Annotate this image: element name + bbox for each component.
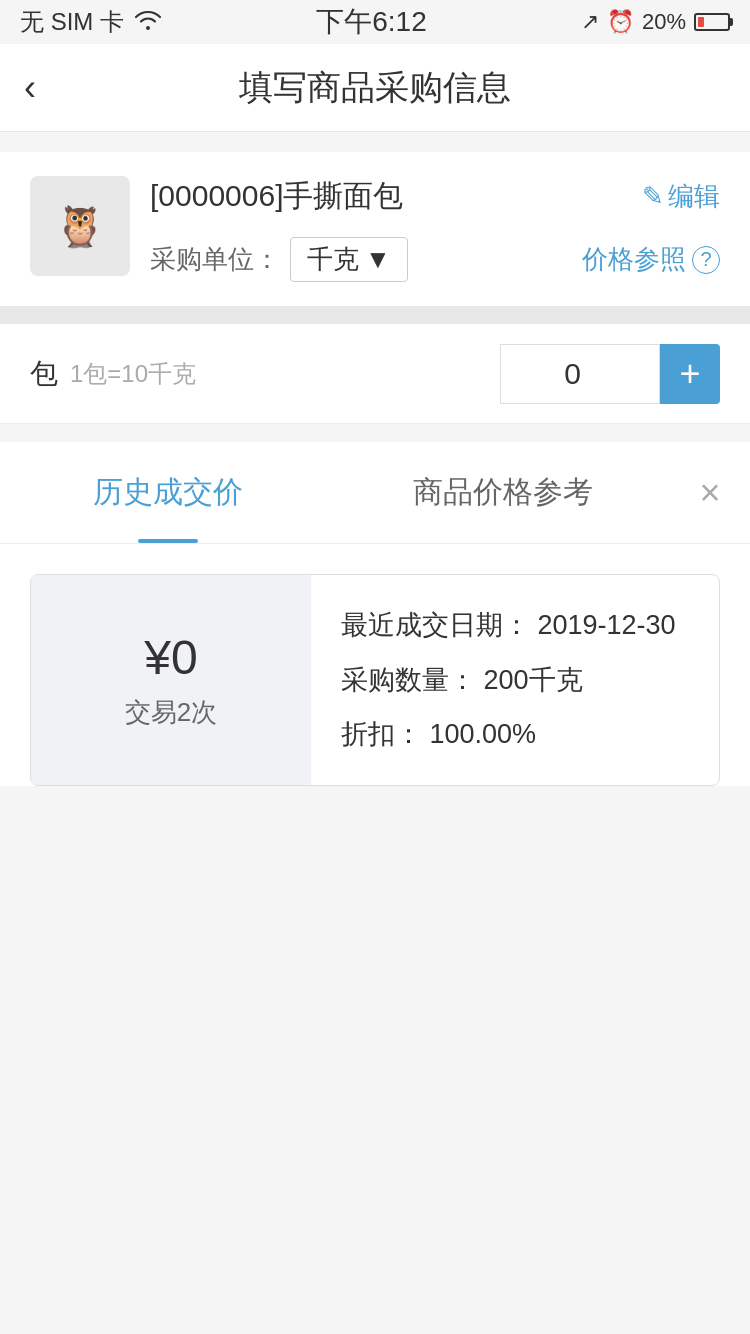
edit-button[interactable]: ✎ 编辑	[642, 179, 720, 214]
price-ref-button[interactable]: 价格参照 ?	[582, 242, 720, 277]
product-row: 🦉 [0000006]手撕面包 ✎ 编辑 采购单位： 千克 ▼	[30, 176, 720, 282]
unit-select[interactable]: 千克 ▼	[290, 237, 408, 282]
product-unit-row: 采购单位： 千克 ▼ 价格参照 ?	[150, 237, 720, 282]
discount-row: 折扣： 100.00%	[341, 714, 689, 755]
edit-icon: ✎	[642, 181, 664, 212]
wifi-icon	[134, 8, 162, 36]
help-icon: ?	[692, 246, 720, 274]
nav-bar: ‹ 填写商品采购信息	[0, 44, 750, 132]
price-card: ¥0 交易2次 最近成交日期： 2019-12-30 采购数量： 200千克 折…	[30, 574, 720, 786]
product-name: [0000006]手撕面包	[150, 176, 403, 217]
unit-name: 包	[30, 355, 58, 393]
price-ref-label: 价格参照	[582, 242, 686, 277]
price-card-right: 最近成交日期： 2019-12-30 采购数量： 200千克 折扣： 100.0…	[311, 575, 719, 785]
discount-label: 折扣：	[341, 719, 422, 749]
unit-label: 采购单位： 千克 ▼	[150, 237, 408, 282]
page-title: 填写商品采购信息	[239, 65, 511, 111]
product-name-row: [0000006]手撕面包 ✎ 编辑	[150, 176, 720, 217]
carrier-text: 无 SIM 卡	[20, 6, 124, 38]
tab-product-price-ref[interactable]: 商品价格参考	[335, 442, 670, 543]
recent-date-value: 2019-12-30	[538, 610, 676, 640]
close-button[interactable]: ×	[670, 472, 750, 514]
quantity-controls: +	[500, 344, 720, 404]
quantity-value: 200千克	[484, 665, 583, 695]
quantity-label: 包 1包=10千克	[30, 355, 196, 393]
back-button[interactable]: ‹	[24, 67, 36, 109]
quantity-section: 包 1包=10千克 +	[0, 324, 750, 424]
recent-date-row: 最近成交日期： 2019-12-30	[341, 605, 689, 646]
price-card-left: ¥0 交易2次	[31, 575, 311, 785]
status-time: 下午6:12	[316, 3, 427, 41]
product-icon: 🦉	[30, 176, 130, 276]
status-right: ↗ ⏰ 20%	[581, 9, 730, 35]
quantity-label-text: 采购数量：	[341, 665, 476, 695]
unit-conversion: 1包=10千克	[70, 358, 196, 390]
alarm-icon: ⏰	[607, 9, 634, 35]
recent-date-label: 最近成交日期：	[341, 610, 530, 640]
battery-percent: 20%	[642, 9, 686, 35]
location-icon: ↗	[581, 9, 599, 35]
quantity-row: 采购数量： 200千克	[341, 660, 689, 701]
price-transactions: 交易2次	[125, 695, 217, 730]
tabs-section: 历史成交价 商品价格参考 × ¥0 交易2次 最近成交日期： 2019-12-3…	[0, 442, 750, 786]
tabs-header: 历史成交价 商品价格参考 ×	[0, 442, 750, 544]
discount-value: 100.00%	[430, 719, 537, 749]
unit-drop-icon: ▼	[365, 244, 391, 275]
section-divider	[0, 306, 750, 324]
edit-label: 编辑	[668, 179, 720, 214]
tab-underline	[138, 539, 198, 543]
product-details: [0000006]手撕面包 ✎ 编辑 采购单位： 千克 ▼ 价格参照 ?	[150, 176, 720, 282]
tab-history-price[interactable]: 历史成交价	[0, 442, 335, 543]
quantity-input[interactable]	[500, 344, 660, 404]
status-bar: 无 SIM 卡 下午6:12 ↗ ⏰ 20%	[0, 0, 750, 44]
quantity-plus-button[interactable]: +	[660, 344, 720, 404]
product-section: 🦉 [0000006]手撕面包 ✎ 编辑 采购单位： 千克 ▼	[0, 152, 750, 306]
unit-value: 千克	[307, 242, 359, 277]
price-amount: ¥0	[144, 630, 197, 685]
status-left: 无 SIM 卡	[20, 6, 162, 38]
battery-icon	[694, 13, 730, 31]
